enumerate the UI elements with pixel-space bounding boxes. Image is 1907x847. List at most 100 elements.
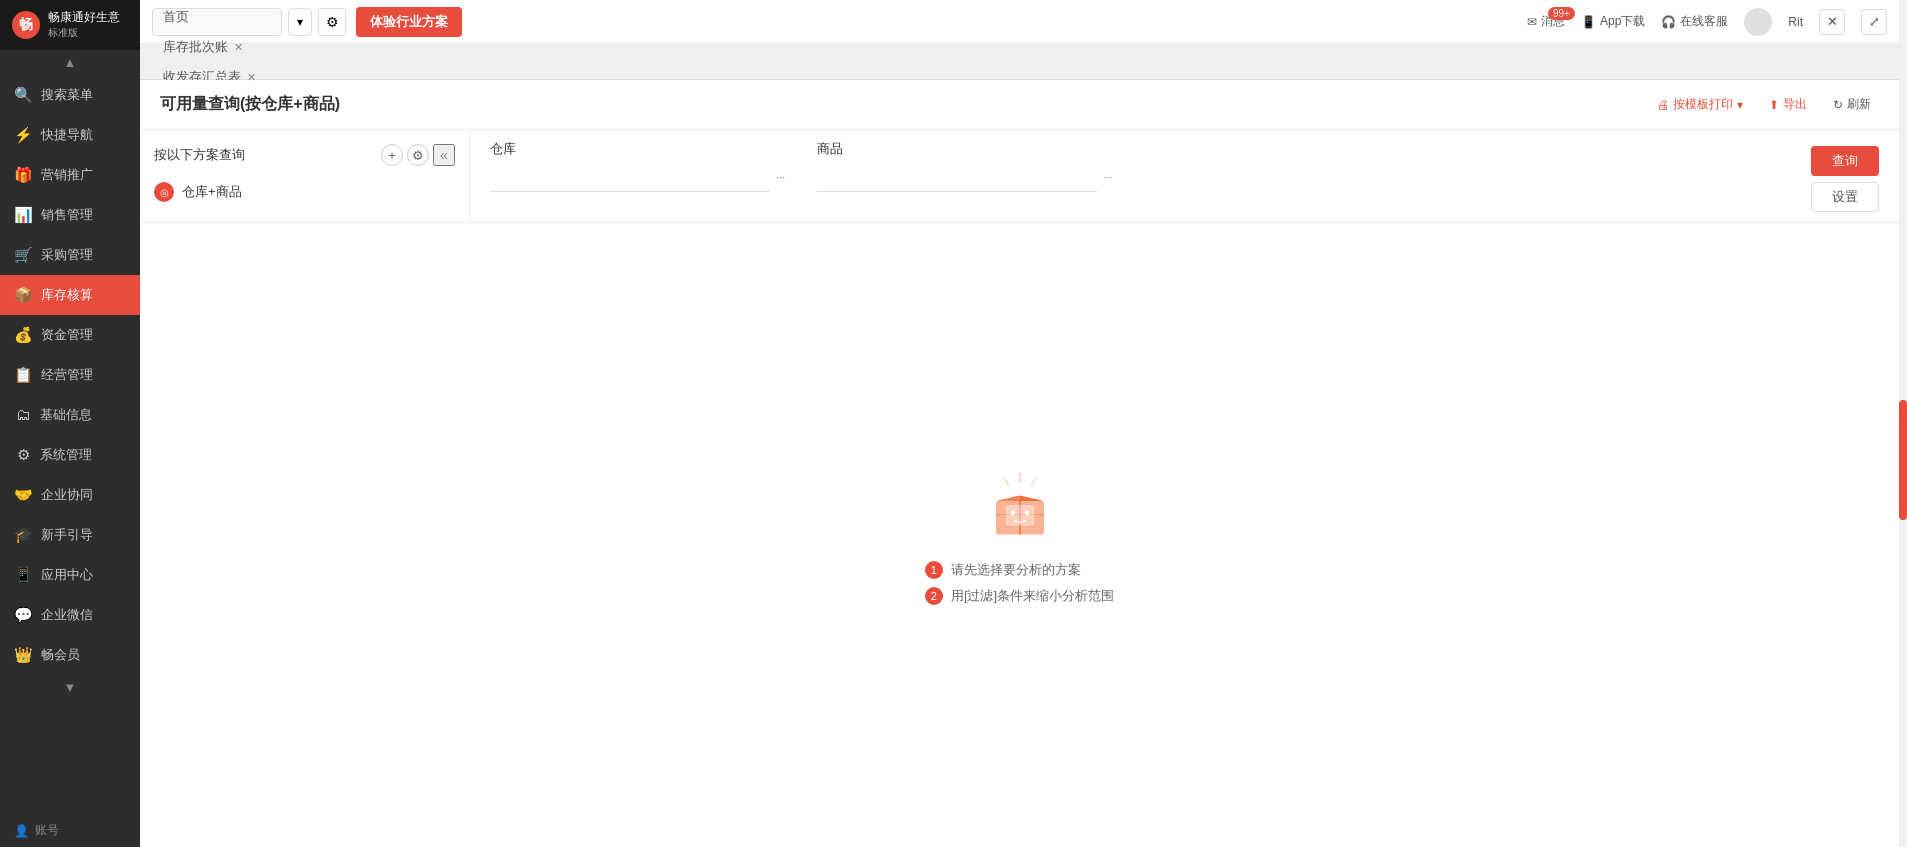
warehouse-field-group: 仓库 ··· — [490, 140, 787, 192]
sidebar-item-app-center[interactable]: 📱 应用中心 — [0, 555, 140, 595]
scheme-header: 按以下方案查询 + ⚙ « — [140, 140, 469, 174]
sidebar-item-label-wechat: 企业微信 — [41, 606, 93, 624]
sidebar-item-newbie[interactable]: 🎓 新手引导 — [0, 515, 140, 555]
page-title: 可用量查询(按仓库+商品) — [160, 94, 340, 115]
print-dropdown-icon: ▾ — [1737, 98, 1743, 112]
scheme-settings-btn[interactable]: ⚙ — [407, 144, 429, 166]
column-settings-btn[interactable]: 设置 — [1811, 182, 1879, 212]
sidebar-item-label-finance: 资金管理 — [41, 326, 93, 344]
warehouse-more-btn[interactable]: ··· — [774, 169, 787, 185]
sidebar-bottom[interactable]: 👤 账号 — [0, 814, 140, 847]
topbar: ▾ ⚙ 体验行业方案 ✉ 消息 99+ 📱 App下载 🎧 在线客服 Rit ✕… — [140, 0, 1899, 44]
sidebar-item-purchase[interactable]: 🛒 采购管理 — [0, 235, 140, 275]
operation-icon: 📋 — [14, 366, 33, 384]
quick-nav-icon: ⚡ — [14, 126, 33, 144]
page-header-actions: 🖨 按模板打印 ▾ ⬆ 导出 ↻ 刷新 — [1649, 92, 1879, 117]
tab-close-batch-ledger[interactable]: ✕ — [234, 41, 243, 54]
sidebar-item-system[interactable]: ⚙ 系统管理 — [0, 435, 140, 475]
main-content: ▾ ⚙ 体验行业方案 ✉ 消息 99+ 📱 App下载 🎧 在线客服 Rit ✕… — [140, 0, 1899, 847]
settings-gear-btn[interactable]: ⚙ — [318, 8, 346, 36]
sidebar-item-label-sales: 销售管理 — [41, 206, 93, 224]
basic-info-icon: 🗂 — [14, 406, 32, 423]
sidebar-item-wechat[interactable]: 💬 企业微信 — [0, 595, 140, 635]
refresh-icon: ↻ — [1833, 98, 1843, 112]
tab-label-batch-ledger: 库存批次账 — [163, 38, 228, 56]
export-btn[interactable]: ⬆ 导出 — [1761, 92, 1815, 117]
sidebar-item-basic-info[interactable]: 🗂 基础信息 — [0, 395, 140, 435]
tab-home[interactable]: 首页 — [148, 2, 284, 32]
query-btn-group: 查询 设置 — [1811, 140, 1879, 212]
hint-item-1: 1 请先选择要分析的方案 — [925, 561, 1114, 579]
sidebar-item-label-cooperation: 企业协同 — [41, 486, 93, 504]
empty-illustration — [980, 465, 1060, 545]
tab-batch-ledger[interactable]: 库存批次账 ✕ — [148, 32, 284, 62]
online-service-btn[interactable]: 🎧 在线客服 — [1661, 13, 1728, 30]
query-btn[interactable]: 查询 — [1811, 146, 1879, 176]
sidebar-header: 畅 畅康通好生意 标准版 — [0, 0, 140, 50]
search-dropdown-btn[interactable]: ▾ — [288, 8, 312, 36]
username-label: 账号 — [35, 822, 59, 839]
sidebar-item-sales[interactable]: 📊 销售管理 — [0, 195, 140, 235]
svg-point-5 — [1024, 511, 1029, 516]
tab-close-receipt-summary[interactable]: ✕ — [247, 71, 256, 84]
cooperation-icon: 🤝 — [14, 486, 33, 504]
sidebar-item-marketing[interactable]: 🎁 营销推广 — [0, 155, 140, 195]
sidebar-item-inventory[interactable]: 📦 库存核算 — [0, 275, 140, 315]
svg-line-7 — [1004, 478, 1009, 486]
tabs-bar: 首页库存批次账✕收发存汇总表✕可用量库存账本✕ — [140, 44, 1899, 80]
member-icon: 👑 — [14, 646, 33, 664]
svg-line-8 — [1031, 478, 1036, 486]
sidebar-item-label-operation: 经营管理 — [41, 366, 93, 384]
query-area: 按以下方案查询 + ⚙ « ◎ 仓库+商品 仓库 ··· — [140, 130, 1899, 223]
warehouse-input[interactable] — [490, 162, 770, 192]
marketing-icon: 🎁 — [14, 166, 33, 184]
sidebar-item-member[interactable]: 👑 畅会员 — [0, 635, 140, 675]
sidebar-item-finance[interactable]: 💰 资金管理 — [0, 315, 140, 355]
newbie-icon: 🎓 — [14, 526, 33, 544]
tab-close-available-ledger[interactable]: ✕ — [260, 101, 269, 114]
collapse-panel-btn[interactable]: « — [433, 144, 455, 166]
empty-hint: 1 请先选择要分析的方案 2 用[过滤]条件来缩小分析范围 — [925, 561, 1114, 605]
tab-label-home: 首页 — [163, 8, 189, 26]
sidebar-item-label-purchase: 采购管理 — [41, 246, 93, 264]
sidebar-item-label-marketing: 营销推广 — [41, 166, 93, 184]
goods-label: 商品 — [817, 140, 1114, 158]
close-window-btn[interactable]: ✕ — [1819, 9, 1845, 35]
trial-btn[interactable]: 体验行业方案 — [356, 7, 462, 37]
sidebar-item-search[interactable]: 🔍 搜索菜单 — [0, 75, 140, 115]
system-icon: ⚙ — [14, 446, 32, 464]
app-icon: 📱 — [1581, 15, 1596, 29]
sidebar-item-quick-nav[interactable]: ⚡ 快捷导航 — [0, 115, 140, 155]
app-download-label: App下载 — [1600, 13, 1645, 30]
goods-input[interactable] — [817, 162, 1097, 192]
print-label: 按模板打印 — [1673, 96, 1733, 113]
wechat-icon: 💬 — [14, 606, 33, 624]
purchase-icon: 🛒 — [14, 246, 33, 264]
scrollbar-thumb[interactable] — [1899, 400, 1907, 520]
scheme-item-label: 仓库+商品 — [182, 183, 242, 201]
service-label: 在线客服 — [1680, 13, 1728, 30]
message-btn[interactable]: ✉ 消息 99+ — [1527, 13, 1565, 30]
sidebar-item-label-system: 系统管理 — [40, 446, 92, 464]
sidebar-item-operation[interactable]: 📋 经营管理 — [0, 355, 140, 395]
sidebar-scroll-down[interactable]: ▼ — [0, 675, 140, 700]
username: Rit — [1788, 15, 1803, 29]
expand-btn[interactable]: ⤢ — [1861, 9, 1887, 35]
sidebar-scroll-up[interactable]: ▲ — [0, 50, 140, 75]
inventory-icon: 📦 — [14, 286, 33, 304]
topbar-right: ✉ 消息 99+ 📱 App下载 🎧 在线客服 Rit ✕ ⤢ — [1527, 8, 1887, 36]
add-scheme-btn[interactable]: + — [381, 144, 403, 166]
scheme-item-warehouse-goods[interactable]: ◎ 仓库+商品 — [140, 174, 469, 210]
service-icon: 🎧 — [1661, 15, 1676, 29]
refresh-btn[interactable]: ↻ 刷新 — [1825, 92, 1879, 117]
app-download-btn[interactable]: 📱 App下载 — [1581, 13, 1645, 30]
print-btn[interactable]: 🖨 按模板打印 ▾ — [1649, 92, 1751, 117]
sidebar-item-cooperation[interactable]: 🤝 企业协同 — [0, 475, 140, 515]
export-label: 导出 — [1783, 96, 1807, 113]
right-scrollbar — [1899, 0, 1907, 847]
hint-text-1: 请先选择要分析的方案 — [951, 561, 1081, 579]
logo-icon: 畅 — [12, 11, 40, 39]
goods-more-btn[interactable]: ··· — [1101, 169, 1114, 185]
app-center-icon: 📱 — [14, 566, 33, 584]
sidebar-item-label-basic-info: 基础信息 — [40, 406, 92, 424]
